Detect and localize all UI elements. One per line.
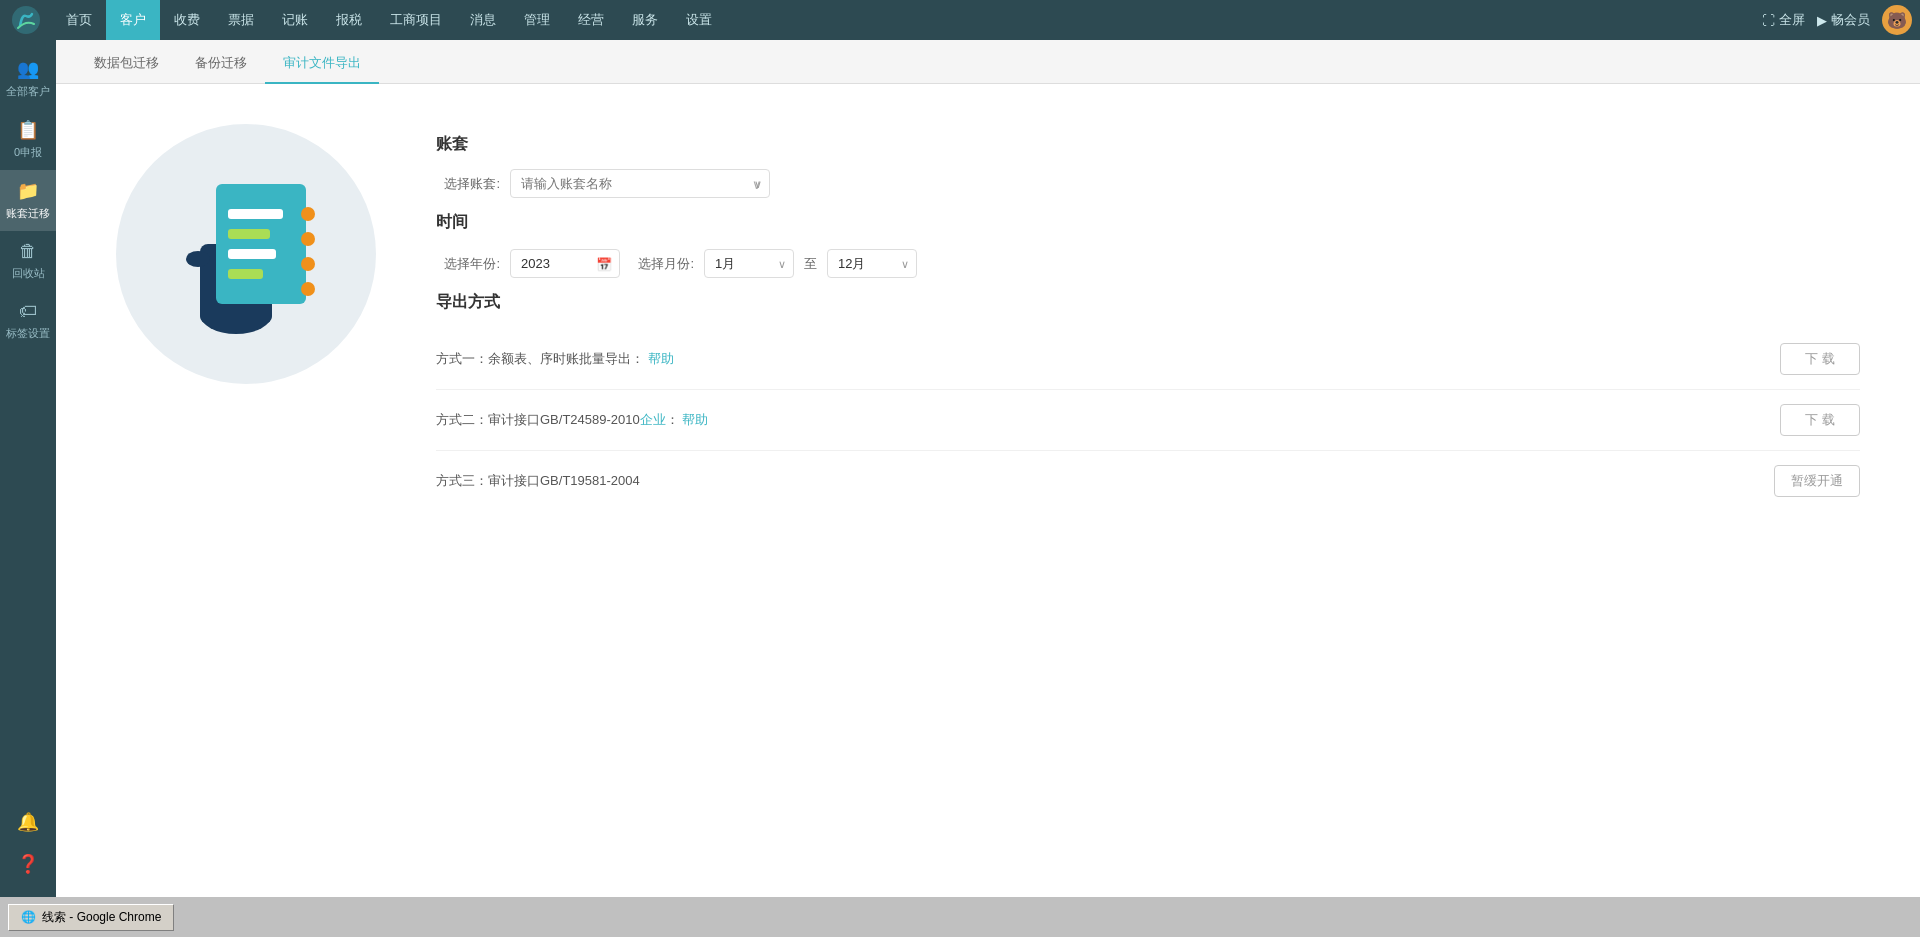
illustration-area: [116, 124, 376, 384]
method2-download-button[interactable]: 下 载: [1780, 404, 1860, 436]
help-icon[interactable]: ❓: [11, 847, 45, 881]
to-label: 至: [804, 255, 817, 273]
svg-rect-8: [228, 269, 263, 279]
nav-service[interactable]: 服务: [618, 0, 672, 40]
sidebar-item-account-migration-label: 账套迁移: [6, 206, 50, 221]
method1-help-link[interactable]: 帮助: [648, 351, 674, 366]
sidebar: 👥 全部客户 📋 0申报 📁 账套迁移 🗑 回收站 🏷 标签设置 🔔 ❓: [0, 40, 56, 897]
svg-point-11: [301, 257, 315, 271]
sidebar-item-declaration[interactable]: 📋 0申报: [0, 109, 56, 170]
nav-billing[interactable]: 收费: [160, 0, 214, 40]
tab-bar: 数据包迁移 备份迁移 审计文件导出: [56, 40, 1920, 84]
year-input-wrapper: 📅: [510, 249, 620, 278]
taskbar: 🌐 线索 - Google Chrome: [0, 897, 1920, 937]
form-area: 账套 选择账套: ∨ 时间 选择年份: 📅 选择月份:: [436, 124, 1860, 511]
sidebar-item-tag-settings[interactable]: 🏷 标签设置: [0, 291, 56, 351]
nav-invoice[interactable]: 票据: [214, 0, 268, 40]
top-navigation: 首页 客户 收费 票据 记账 报税 工商项目 消息 管理 经营 服务 设置 ⛶ …: [0, 0, 1920, 40]
export-method-1-row: 方式一：余额表、序时账批量导出： 帮助 下 载: [436, 329, 1860, 390]
month-end-wrapper: 1月 2月 3月 4月 5月 6月 7月 8月 9月 10月 11月 12月: [827, 249, 917, 278]
account-select-wrapper: ∨: [510, 169, 770, 198]
nav-manage[interactable]: 管理: [510, 0, 564, 40]
content-area: 数据包迁移 备份迁移 审计文件导出: [56, 40, 1920, 897]
recycle-icon: 🗑: [19, 241, 37, 262]
nav-business[interactable]: 工商项目: [376, 0, 456, 40]
nav-tax[interactable]: 报税: [322, 0, 376, 40]
tab-backup-migration[interactable]: 备份迁移: [177, 44, 265, 84]
sidebar-item-account-migration[interactable]: 📁 账套迁移: [0, 170, 56, 231]
tab-data-migration[interactable]: 数据包迁移: [76, 44, 177, 84]
notification-icon[interactable]: 🔔: [11, 805, 45, 839]
app-logo[interactable]: [8, 2, 44, 38]
tag-icon: 🏷: [19, 301, 37, 322]
account-row: 选择账套: ∨: [436, 169, 1860, 198]
sidebar-item-tag-settings-label: 标签设置: [6, 326, 50, 341]
method1-download-button[interactable]: 下 载: [1780, 343, 1860, 375]
customers-icon: 👥: [17, 58, 39, 80]
illustration-circle: [116, 124, 376, 384]
sidebar-item-declaration-label: 0申报: [14, 145, 42, 160]
sidebar-item-all-customers[interactable]: 👥 全部客户: [0, 48, 56, 109]
nav-accounting[interactable]: 记账: [268, 0, 322, 40]
export-method-3-label: 方式三：审计接口GB/T19581-2004: [436, 472, 640, 490]
month-end-select[interactable]: 1月 2月 3月 4月 5月 6月 7月 8月 9月 10月 11月 12月: [827, 249, 917, 278]
taskbar-chrome-button[interactable]: 🌐 线索 - Google Chrome: [8, 904, 174, 931]
svg-point-9: [301, 207, 315, 221]
svg-rect-7: [228, 249, 276, 259]
export-section-title: 导出方式: [436, 292, 1860, 313]
month-label: 选择月份:: [630, 255, 694, 273]
export-method-1-label: 方式一：余额表、序时账批量导出： 帮助: [436, 350, 674, 368]
nav-home[interactable]: 首页: [52, 0, 106, 40]
page-content: 账套 选择账套: ∨ 时间 选择年份: 📅 选择月份:: [56, 84, 1920, 897]
nav-customer[interactable]: 客户: [106, 0, 160, 40]
method2-help-link[interactable]: 帮助: [682, 412, 708, 427]
month-start-select[interactable]: 1月 2月 3月 4月 5月 6月 7月 8月 9月 10月 11月 12月: [704, 249, 794, 278]
svg-point-0: [12, 6, 40, 34]
export-method-3-row: 方式三：审计接口GB/T19581-2004 暂缓开通: [436, 451, 1860, 511]
chrome-icon: 🌐: [21, 910, 36, 924]
year-label: 选择年份:: [436, 255, 500, 273]
sidebar-item-recycle[interactable]: 🗑 回收站: [0, 231, 56, 291]
nav-settings[interactable]: 设置: [672, 0, 726, 40]
method2-company-tag: 企业: [640, 412, 666, 427]
fullscreen-button[interactable]: ⛶ 全屏: [1762, 11, 1805, 29]
sidebar-item-recycle-label: 回收站: [12, 266, 45, 281]
svg-point-12: [301, 282, 315, 296]
account-input[interactable]: [510, 169, 770, 198]
svg-rect-6: [228, 229, 270, 239]
year-input[interactable]: [510, 249, 620, 278]
member-button[interactable]: ▶ 畅会员: [1817, 11, 1870, 29]
time-row: 选择年份: 📅 选择月份: 1月 2月 3月 4月 5月 6月: [436, 249, 1860, 278]
nav-operation[interactable]: 经营: [564, 0, 618, 40]
month-start-wrapper: 1月 2月 3月 4月 5月 6月 7月 8月 9月 10月 11月 12月: [704, 249, 794, 278]
svg-point-3: [186, 251, 210, 267]
nav-message[interactable]: 消息: [456, 0, 510, 40]
declaration-icon: 📋: [17, 119, 39, 141]
time-section-title: 时间: [436, 212, 1860, 233]
user-avatar[interactable]: 🐻: [1882, 5, 1912, 35]
export-method-2-label: 方式二：审计接口GB/T24589-2010企业： 帮助: [436, 411, 708, 429]
sidebar-item-all-customers-label: 全部客户: [6, 84, 50, 99]
tab-audit-export[interactable]: 审计文件导出: [265, 44, 379, 84]
taskbar-chrome-label: 线索 - Google Chrome: [42, 909, 161, 926]
account-label: 选择账套:: [436, 175, 500, 193]
svg-rect-4: [216, 184, 306, 304]
export-method-2-row: 方式二：审计接口GB/T24589-2010企业： 帮助 下 载: [436, 390, 1860, 451]
nav-items: 首页 客户 收费 票据 记账 报税 工商项目 消息 管理 经营 服务 设置: [52, 0, 1762, 40]
method3-coming-soon-button[interactable]: 暂缓开通: [1774, 465, 1860, 497]
account-section-title: 账套: [436, 134, 1860, 155]
top-right-area: ⛶ 全屏 ▶ 畅会员 🐻: [1762, 5, 1912, 35]
svg-rect-5: [228, 209, 283, 219]
migration-icon: 📁: [17, 180, 39, 202]
sidebar-bottom: 🔔 ❓: [0, 805, 56, 897]
svg-point-10: [301, 232, 315, 246]
main-layout: 👥 全部客户 📋 0申报 📁 账套迁移 🗑 回收站 🏷 标签设置 🔔 ❓ 数据包…: [0, 40, 1920, 897]
